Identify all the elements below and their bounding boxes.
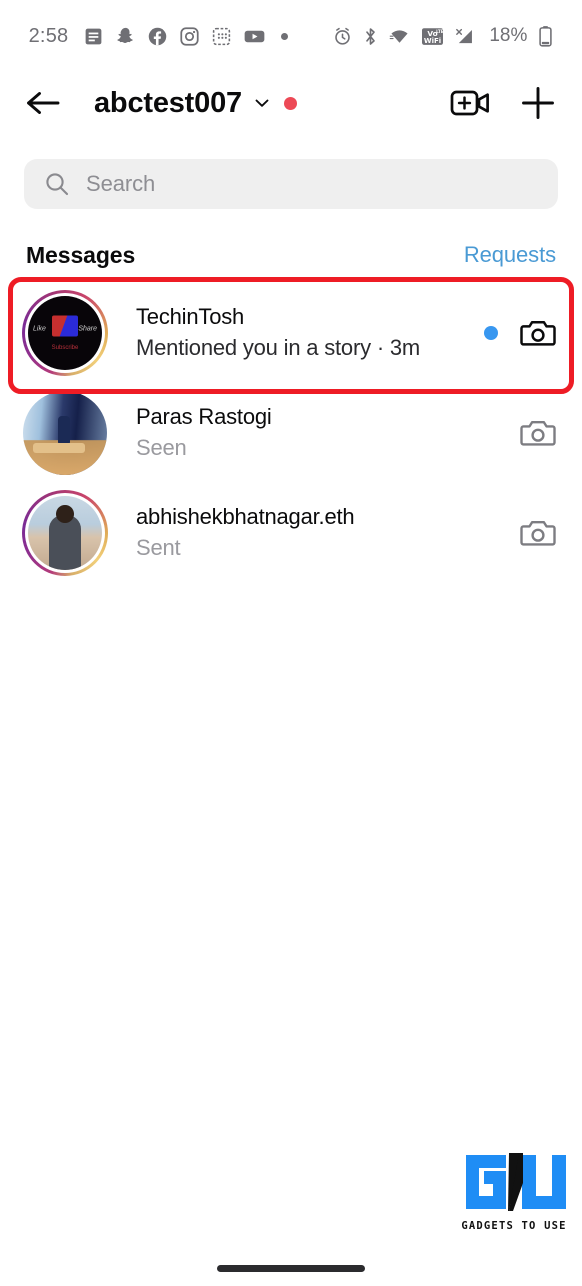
page-title: abctest007 [94, 86, 242, 119]
camera-icon [520, 421, 556, 446]
chat-preview-separator: · [376, 335, 384, 361]
status-bar-right: Vo LTE WiFi 18% [332, 25, 553, 47]
chat-preview-text: Seen [136, 435, 187, 461]
avatar-text-like: Like [33, 325, 46, 333]
avatar-subtitle-art: Subscribe [51, 344, 79, 351]
search-input[interactable]: Search [24, 159, 558, 209]
status-time: 2:58 [28, 24, 69, 47]
signal-icon [456, 28, 473, 43]
app-header: abctest007 [0, 72, 582, 134]
avatar-image: Like Share Subscribe [28, 296, 102, 370]
requests-link[interactable]: Requests [464, 242, 556, 268]
new-video-call-icon [450, 90, 489, 116]
avatar[interactable] [22, 490, 108, 576]
chat-row-actions [520, 417, 556, 449]
home-gesture-pill[interactable] [217, 1265, 365, 1272]
camera-button[interactable] [520, 417, 556, 449]
search-icon [46, 173, 69, 196]
unread-indicator-dot [484, 326, 498, 340]
chat-username: TechinTosh [136, 303, 245, 329]
chat-preview-text: Sent [136, 535, 181, 561]
chat-preview: Mentioned you in a story · 3m [136, 333, 474, 363]
snapchat-icon [117, 27, 134, 43]
battery-percent-label: 18% [489, 25, 528, 46]
chevron-down-icon [253, 94, 271, 112]
chat-text-block: TechinTosh Mentioned you in a story · 3m [136, 303, 474, 363]
avatar-card-art [52, 315, 78, 337]
chat-preview: Sent [136, 533, 510, 563]
facebook-icon [149, 27, 167, 45]
chat-row[interactable]: abhishekbhatnagar.eth Sent [0, 483, 582, 583]
status-bar: 2:58 Vo LTE WiFi 18% [0, 0, 582, 72]
chat-preview-text: Mentioned you in a story [136, 335, 371, 361]
svg-text:WiFi: WiFi [424, 36, 441, 44]
alarm-icon [335, 27, 351, 45]
watermark: GADGETS TO USE [460, 1151, 568, 1232]
account-switcher[interactable]: abctest007 [94, 87, 297, 120]
watermark-caption: GADGETS TO USE [461, 1220, 567, 1232]
svg-text:LTE: LTE [436, 29, 444, 34]
chat-row[interactable]: Like Share Subscribe TechinTosh Mentione… [0, 283, 582, 383]
avatar[interactable] [22, 390, 108, 476]
chat-username: abhishekbhatnagar.eth [136, 503, 355, 529]
chat-row-actions [484, 317, 556, 349]
news-icon [85, 28, 102, 44]
wifi-icon [390, 29, 408, 43]
youtube-icon [244, 30, 265, 42]
plus-icon [522, 87, 554, 119]
search-bar[interactable]: Search [24, 159, 558, 209]
camera-icon [520, 320, 556, 346]
instagram-icon [180, 26, 199, 46]
search-placeholder: Search [86, 171, 156, 196]
camera-icon [520, 521, 556, 546]
status-bar-left: 2:58 [29, 25, 289, 48]
header-actions [450, 85, 556, 121]
volte-wifi-icon: Vo LTE WiFi [422, 27, 444, 44]
camera-button[interactable] [520, 517, 556, 549]
back-button[interactable] [24, 87, 70, 119]
more-dot-icon [281, 32, 289, 40]
chat-row-actions [520, 517, 556, 549]
chat-list: Like Share Subscribe TechinTosh Mentione… [0, 283, 582, 583]
chat-preview: Seen [136, 433, 510, 463]
battery-icon [539, 26, 553, 47]
chat-timestamp: 3m [389, 335, 421, 361]
chat-text-block: abhishekbhatnagar.eth Sent [136, 503, 510, 563]
new-video-call-button[interactable] [450, 87, 492, 119]
avatar[interactable]: Like Share Subscribe [22, 290, 108, 376]
messages-section-header: Messages Requests [0, 236, 582, 274]
avatar-image [23, 391, 107, 475]
phone-screen: 2:58 Vo LTE WiFi 18% abctest007 Search M… [0, 0, 582, 1286]
arrow-left-icon [27, 92, 60, 114]
avatar-text-share: Share [78, 325, 97, 333]
new-chat-button[interactable] [520, 85, 556, 121]
messages-label: Messages [26, 241, 136, 268]
chat-username: Paras Rastogi [136, 403, 272, 429]
keypad-icon [213, 27, 231, 45]
chat-text-block: Paras Rastogi Seen [136, 403, 510, 463]
account-notification-dot [283, 96, 297, 110]
camera-button[interactable] [520, 317, 556, 349]
bluetooth-icon [366, 27, 376, 45]
avatar-image [28, 496, 102, 570]
chat-row[interactable]: Paras Rastogi Seen [0, 383, 582, 483]
gadgets-to-use-logo-icon [466, 1153, 566, 1211]
